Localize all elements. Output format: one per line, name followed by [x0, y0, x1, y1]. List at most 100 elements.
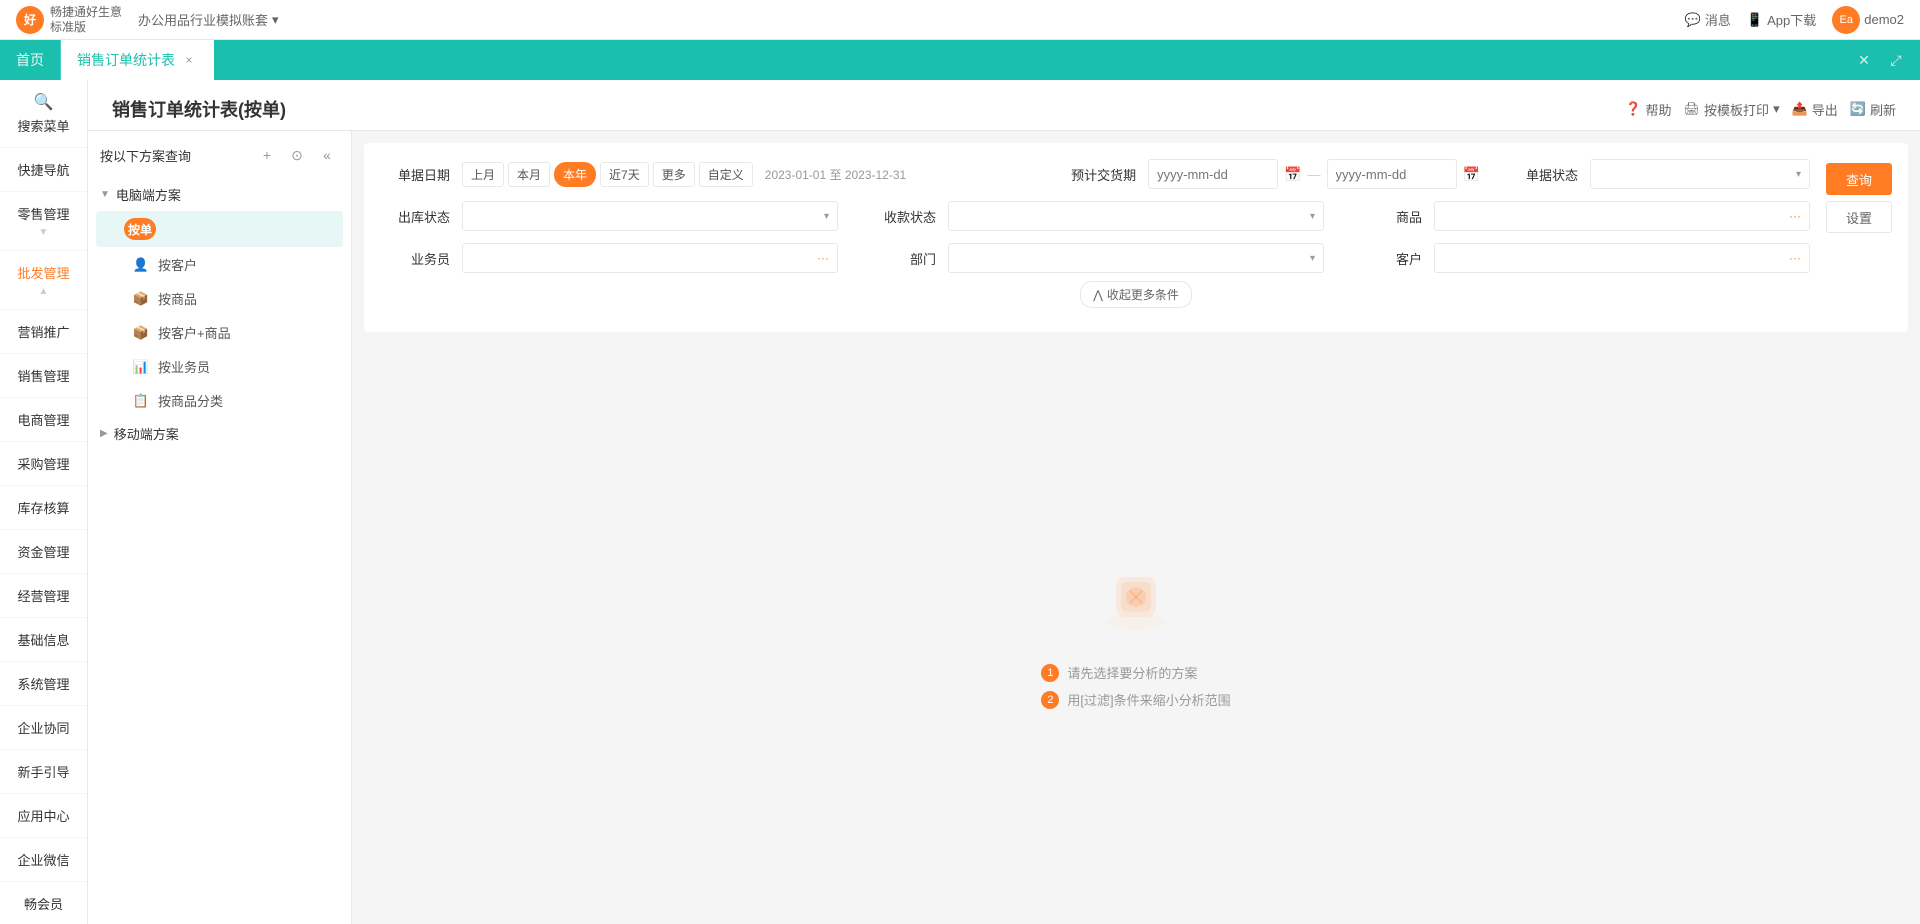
top-bar-right: 💬 消息 📱 App下载 Ea demo2	[1685, 6, 1904, 34]
left-panel-title: 按以下方案查询	[100, 146, 191, 165]
cust-prod-icon: 📦	[132, 324, 150, 342]
user-menu[interactable]: Ea demo2	[1832, 6, 1904, 34]
app-selector[interactable]: 办公用品行业模拟账套 ▾	[130, 6, 287, 33]
collapse-panel-button[interactable]: «	[315, 143, 339, 167]
scheme-by-salesperson[interactable]: 📊 按业务员	[96, 350, 343, 383]
sidebar-item-basic[interactable]: 基础信息	[0, 618, 87, 662]
mobile-scheme-group-header[interactable]: ▶ 移动端方案	[88, 418, 351, 449]
sidebar-item-sales[interactable]: 销售管理	[0, 354, 87, 398]
ship-status-label: 出库状态	[380, 207, 450, 226]
top-bar-left: 好 畅捷通好生意 标准版 办公用品行业模拟账套 ▾	[16, 5, 287, 34]
customer-label: 客户	[1352, 249, 1422, 268]
expected-date-start-input[interactable]	[1148, 159, 1278, 189]
content-area: 按以下方案查询 + ⊙ « ▼ 电脑端方案	[88, 131, 1920, 924]
chevron-icon: ▼	[39, 227, 49, 238]
sidebar-item-marketing[interactable]: 营销推广	[0, 310, 87, 354]
collect-status-select[interactable]: ▾	[948, 201, 1324, 231]
app-download-button[interactable]: 📱 App下载	[1747, 10, 1816, 29]
goods-more-icon[interactable]: ···	[1789, 209, 1801, 223]
edit-scheme-button[interactable]: ⊙	[285, 143, 309, 167]
mobile-group-arrow-icon: ▶	[100, 428, 108, 439]
ship-status-select[interactable]: ▾	[462, 201, 838, 231]
add-scheme-button[interactable]: +	[255, 143, 279, 167]
query-button[interactable]: 查询	[1826, 163, 1892, 195]
customer-select[interactable]: ···	[1434, 243, 1810, 273]
refresh-button[interactable]: 🔄 刷新	[1850, 100, 1896, 119]
dept-label: 部门	[866, 249, 936, 268]
date-btn-custom[interactable]: 自定义	[699, 162, 753, 187]
group-arrow-icon: ▼	[100, 189, 110, 200]
pc-scheme-group-header[interactable]: ▼ 电脑端方案	[88, 179, 351, 210]
chevron-icon: ▲	[39, 286, 49, 297]
window-close-button[interactable]: ✕	[1852, 48, 1876, 72]
tab-close-icon[interactable]: ×	[181, 52, 197, 68]
scheme-by-customer[interactable]: 👤 按客户	[96, 248, 343, 281]
page-area: 销售订单统计表(按单) ❓ 帮助 🖨 按模板打印 ▾ 📤 导出 🔄 刷新	[88, 80, 1920, 924]
date-btn-last-month[interactable]: 上月	[462, 162, 504, 187]
sidebar-item-ecom[interactable]: 电商管理	[0, 398, 87, 442]
date-btn-this-year[interactable]: 本年	[554, 162, 596, 187]
sidebar-item-retail[interactable]: 零售管理 ▼	[0, 192, 87, 251]
sidebar-item-member[interactable]: 畅会员	[0, 882, 87, 924]
sidebar-item-wholesale[interactable]: 批发管理 ▲	[0, 251, 87, 310]
date-range-text: 2023-01-01 至 2023-12-31	[765, 166, 906, 183]
customer-more-icon[interactable]: ···	[1789, 251, 1801, 265]
help-button[interactable]: ❓ 帮助	[1625, 100, 1671, 119]
scheme-by-category[interactable]: 📋 按商品分类	[96, 384, 343, 417]
sidebar-item-apps[interactable]: 应用中心	[0, 794, 87, 838]
right-panel: 单据日期 上月 本月 本年 近7天 更多 自定义	[352, 131, 1920, 924]
salesperson-more-icon[interactable]: ···	[817, 251, 829, 265]
tab-sales-order-stats[interactable]: 销售订单统计表 ×	[61, 40, 214, 80]
calendar-end-icon[interactable]: 📅	[1463, 166, 1480, 183]
sidebar-item-system[interactable]: 系统管理	[0, 662, 87, 706]
export-button[interactable]: 📤 导出	[1792, 100, 1838, 119]
nav-actions: ✕ ⤢	[1852, 48, 1920, 72]
empty-tip-1: 1 请先选择要分析的方案	[1041, 663, 1230, 682]
scheme-by-order[interactable]: 按单	[96, 211, 343, 247]
calendar-start-icon[interactable]: 📅	[1284, 166, 1301, 183]
date-btn-this-month[interactable]: 本月	[508, 162, 550, 187]
template-print-button[interactable]: 🖨 按模板打印 ▾	[1684, 100, 1780, 119]
date-btn-more[interactable]: 更多	[653, 162, 695, 187]
sidebar-item-enterprise[interactable]: 企业协同	[0, 706, 87, 750]
salesperson-icon: 📊	[132, 358, 150, 376]
nav-tabs: 首页 销售订单统计表 × ✕ ⤢	[0, 40, 1920, 80]
sidebar-item-newbie[interactable]: 新手引导	[0, 750, 87, 794]
tip-number-1: 1	[1041, 664, 1059, 682]
salesperson-select[interactable]: ···	[462, 243, 838, 273]
sidebar-item-purchase[interactable]: 采购管理	[0, 442, 87, 486]
customer-icon: 👤	[132, 256, 150, 274]
expected-date-group: 📅 — 📅	[1148, 159, 1480, 189]
collect-status-label: 收款状态	[866, 207, 936, 226]
sidebar-item-search[interactable]: 🔍 搜索菜单	[0, 80, 87, 148]
bill-status-label: 单据状态	[1508, 165, 1578, 184]
collapse-button[interactable]: ⋀ 收起更多条件	[1080, 281, 1192, 308]
window-maximize-button[interactable]: ⤢	[1884, 48, 1908, 72]
goods-select[interactable]: ···	[1434, 201, 1810, 231]
settings-button[interactable]: 设置	[1826, 201, 1892, 233]
scheme-by-cust-prod[interactable]: 📦 按客户+商品	[96, 316, 343, 349]
message-button[interactable]: 💬 消息	[1685, 10, 1731, 29]
sidebar-item-inventory[interactable]: 库存核算	[0, 486, 87, 530]
date-btn-7days[interactable]: 近7天	[600, 162, 649, 187]
top-bar: 好 畅捷通好生意 标准版 办公用品行业模拟账套 ▾ 💬 消息 📱 App下载 E…	[0, 0, 1920, 40]
tip-number-2: 2	[1041, 691, 1059, 709]
sidebar-item-wechat[interactable]: 企业微信	[0, 838, 87, 882]
date-buttons: 上月 本月 本年 近7天 更多 自定义	[462, 162, 753, 187]
dept-select[interactable]: ▾	[948, 243, 1324, 273]
dept-arrow-icon: ▾	[1310, 253, 1315, 264]
empty-illustration	[1086, 547, 1186, 647]
left-panel-actions: + ⊙ «	[255, 143, 339, 167]
bill-status-select[interactable]: ▾	[1590, 159, 1810, 189]
scheme-by-product[interactable]: 📦 按商品	[96, 282, 343, 315]
print-chevron-icon: ▾	[1773, 101, 1780, 117]
search-icon: 🔍	[34, 92, 54, 112]
sidebar-item-finance[interactable]: 资金管理	[0, 530, 87, 574]
tab-home[interactable]: 首页	[0, 40, 61, 80]
page-header: 销售订单统计表(按单) ❓ 帮助 🖨 按模板打印 ▾ 📤 导出 🔄 刷新	[88, 80, 1920, 131]
expected-date-end-input[interactable]	[1327, 159, 1457, 189]
sidebar-item-ops[interactable]: 经营管理	[0, 574, 87, 618]
sidebar-item-quick-nav[interactable]: 快捷导航	[0, 148, 87, 192]
page-header-actions: ❓ 帮助 🖨 按模板打印 ▾ 📤 导出 🔄 刷新	[1625, 100, 1896, 119]
empty-state: 1 请先选择要分析的方案 2 用[过滤]条件来缩小分析范围	[364, 344, 1908, 912]
